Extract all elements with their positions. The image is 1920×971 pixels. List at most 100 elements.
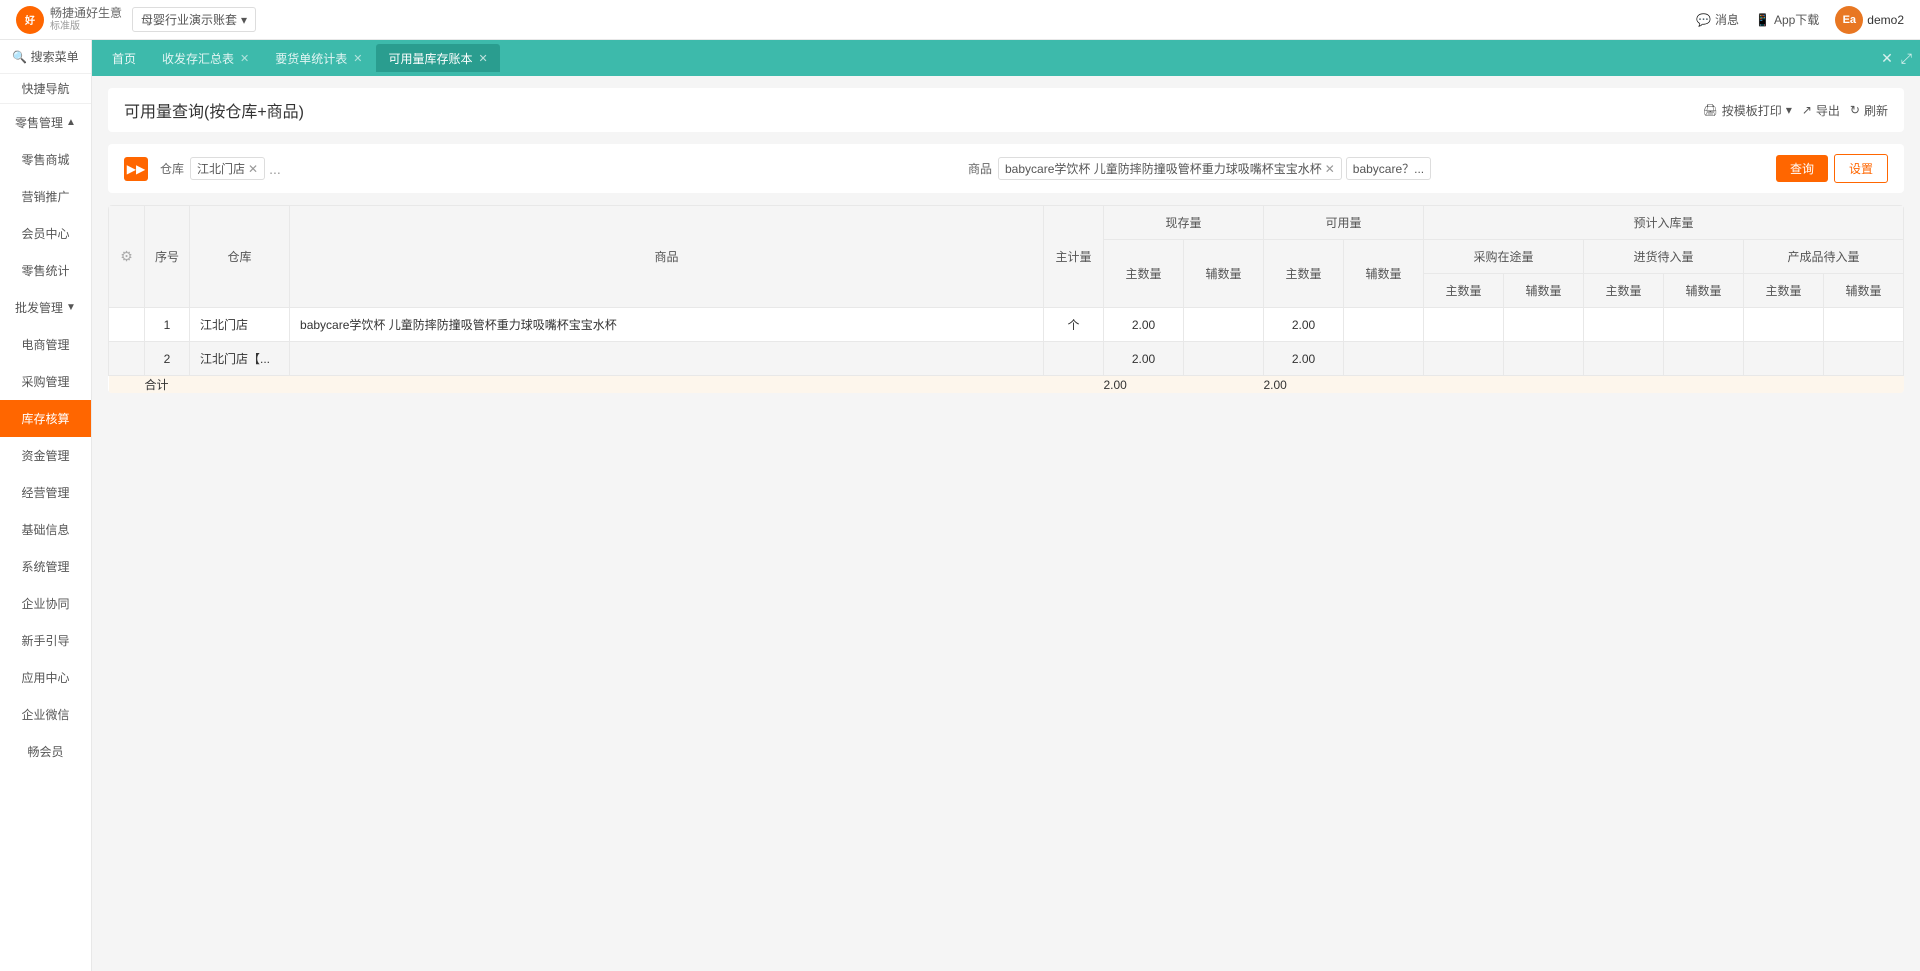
- warehouse-filter-more[interactable]: ...: [269, 161, 281, 177]
- sidebar-item-finance[interactable]: 资金管理: [0, 437, 91, 474]
- table-header-row: ⚙ 序号 仓库 商品 主计量 现存量 可用量 预计入库量: [109, 206, 1904, 240]
- col-pt-main-header: 主数量: [1424, 274, 1504, 308]
- tab-demand-stats[interactable]: 要货单统计表 ✕: [263, 44, 374, 72]
- sidebar-item-app-center[interactable]: 应用中心: [0, 659, 91, 696]
- chevron-down-icon: ▾: [241, 13, 247, 27]
- page-title: 可用量查询(按仓库+商品): [124, 98, 304, 122]
- user-area[interactable]: Ea demo2: [1835, 6, 1904, 34]
- export-btn[interactable]: ↗ 导出: [1802, 102, 1840, 119]
- table-row: 2 江北门店【... 2.00 2.00: [109, 342, 1904, 376]
- sidebar-item-new-guide[interactable]: 新手引导: [0, 622, 91, 659]
- tab-home[interactable]: 首页: [100, 44, 148, 72]
- col-incoming-header: 预计入库量: [1424, 206, 1904, 240]
- product-tag-1[interactable]: babycare学饮杯 儿童防摔防撞吸管杯重力球吸嘴杯宝宝水杯 ✕: [998, 157, 1342, 180]
- footer-stock-aux: [1184, 376, 1264, 394]
- print-btn[interactable]: 🖨 按模板打印 ▾: [1703, 102, 1792, 119]
- col-settings-header: ⚙: [109, 206, 145, 308]
- page-content: 可用量查询(按仓库+商品) 🖨 按模板打印 ▾ ↗ 导出 ↻ 刷新: [92, 76, 1920, 971]
- main-layout: 🔍 搜索菜单 快捷导航 零售管理 ▲ 零售商城 营销推广 会员中心 零售统计 批…: [0, 40, 1920, 971]
- warehouse-filter-group: 仓库 江北门店 ✕ ...: [160, 157, 956, 180]
- gear-icon[interactable]: ⚙: [120, 248, 133, 264]
- cell-no-2: 2: [145, 342, 190, 376]
- cell-avail-aux-2: [1344, 342, 1424, 376]
- col-fp-main-header: 主数量: [1744, 274, 1824, 308]
- sidebar-item-retail-mgmt[interactable]: 零售管理 ▲: [0, 104, 91, 141]
- col-pt-aux-header: 辅数量: [1504, 274, 1584, 308]
- sidebar-item-marketing[interactable]: 营销推广: [0, 178, 91, 215]
- search-icon: 🔍: [12, 50, 27, 64]
- warehouse-tag-remove[interactable]: ✕: [248, 162, 258, 176]
- chevron-icon2: ▼: [66, 302, 76, 313]
- footer-fp-aux: [1824, 376, 1904, 394]
- app-download-btn[interactable]: 📱 App下载: [1755, 11, 1819, 28]
- cell-product-1: babycare学饮杯 儿童防摔防撞吸管杯重力球吸嘴杯宝宝水杯: [290, 308, 1044, 342]
- footer-fp-main: [1744, 376, 1824, 394]
- col-incoming-pending-header: 进货待入量: [1584, 240, 1744, 274]
- cell-pt-aux-1: [1504, 308, 1584, 342]
- tab-bar: 首页 收发存汇总表 ✕ 要货单统计表 ✕ 可用量库存账本 ✕ ✕ ⤢: [92, 40, 1920, 76]
- top-bar-left: 好 畅捷通好生意 标准版 母婴行业演示账套 ▾: [16, 6, 256, 34]
- sidebar-search[interactable]: 🔍 搜索菜单: [0, 40, 91, 74]
- product-tag-2[interactable]: babycare？...: [1346, 157, 1431, 180]
- refresh-btn[interactable]: ↻ 刷新: [1850, 102, 1888, 119]
- logo-icon: 好: [16, 6, 44, 34]
- account-selector[interactable]: 母婴行业演示账套 ▾: [132, 7, 256, 32]
- cell-fp-aux-1: [1824, 308, 1904, 342]
- sidebar-item-enterprise-wechat[interactable]: 企业微信: [0, 696, 91, 733]
- product-filter-label: 商品: [968, 160, 992, 177]
- logo-text: 畅捷通好生意 标准版: [50, 6, 122, 32]
- print-arrow-icon: ▾: [1786, 103, 1792, 117]
- tab-receipt-summary[interactable]: 收发存汇总表 ✕: [150, 44, 261, 72]
- sidebar-item-purchase[interactable]: 采购管理: [0, 363, 91, 400]
- cell-warehouse-1: 江北门店: [190, 308, 290, 342]
- tab-bar-actions: ✕ ⤢: [1881, 50, 1912, 67]
- settings-button[interactable]: 设置: [1834, 154, 1888, 183]
- tab-close-available[interactable]: ✕: [479, 52, 488, 65]
- sidebar-item-member[interactable]: 畅会员: [0, 733, 91, 770]
- cell-avail-main-2: 2.00: [1264, 342, 1344, 376]
- cell-stock-aux-2: [1184, 342, 1264, 376]
- refresh-icon: ↻: [1850, 103, 1860, 117]
- cell-stock-main-1: 2.00: [1104, 308, 1184, 342]
- filter-actions: 查询 设置: [1776, 154, 1888, 183]
- logo-area: 好 畅捷通好生意 标准版: [16, 6, 122, 34]
- expand-icon[interactable]: ⤢: [1901, 50, 1912, 67]
- product-tag1-remove[interactable]: ✕: [1325, 162, 1335, 176]
- sidebar-quick-nav[interactable]: 快捷导航: [0, 74, 91, 104]
- top-bar: 好 畅捷通好生意 标准版 母婴行业演示账套 ▾ 💬 消息 📱 App下载 Ea …: [0, 0, 1920, 40]
- col-warehouse-header: 仓库: [190, 206, 290, 308]
- sidebar-item-enterprise-collab[interactable]: 企业协同: [0, 585, 91, 622]
- cell-unit-2: [1044, 342, 1104, 376]
- col-avail-aux-header: 辅数量: [1344, 240, 1424, 308]
- warehouse-tag[interactable]: 江北门店 ✕: [190, 157, 265, 180]
- cell-stock-aux-1: [1184, 308, 1264, 342]
- cell-settings: [109, 308, 145, 342]
- page-header: 可用量查询(按仓库+商品) 🖨 按模板打印 ▾ ↗ 导出 ↻ 刷新: [108, 88, 1904, 132]
- close-all-tabs-icon[interactable]: ✕: [1881, 50, 1893, 67]
- table-row: 1 江北门店 babycare学饮杯 儿童防摔防撞吸管杯重力球吸嘴杯宝宝水杯 个…: [109, 308, 1904, 342]
- sidebar-item-basic-info[interactable]: 基础信息: [0, 511, 91, 548]
- query-button[interactable]: 查询: [1776, 155, 1828, 182]
- tab-available-inventory[interactable]: 可用量库存账本 ✕: [376, 44, 499, 72]
- col-unit-header: 主计量: [1044, 206, 1104, 308]
- footer-settings: [109, 376, 145, 394]
- cell-fp-main-2: [1744, 342, 1824, 376]
- sidebar-item-wholesale-mgmt[interactable]: 批发管理 ▼: [0, 289, 91, 326]
- message-btn[interactable]: 💬 消息: [1696, 11, 1739, 28]
- col-purchase-transit-header: 采购在途量: [1424, 240, 1584, 274]
- filter-expand-btn[interactable]: ▶▶: [124, 157, 148, 181]
- sidebar-item-inventory-check[interactable]: 库存核算: [0, 400, 91, 437]
- tab-close-receipt[interactable]: ✕: [240, 52, 249, 65]
- cell-ip-main-1: [1584, 308, 1664, 342]
- sidebar-item-system[interactable]: 系统管理: [0, 548, 91, 585]
- col-stock-main-header: 主数量: [1104, 240, 1184, 308]
- cell-ip-main-2: [1584, 342, 1664, 376]
- tab-close-demand[interactable]: ✕: [353, 52, 362, 65]
- sidebar-item-retail-shop[interactable]: 零售商城: [0, 141, 91, 178]
- sidebar-item-retail-stats[interactable]: 零售统计: [0, 252, 91, 289]
- sidebar-item-ops[interactable]: 经营管理: [0, 474, 91, 511]
- sidebar-item-member-center[interactable]: 会员中心: [0, 215, 91, 252]
- warehouse-filter-label: 仓库: [160, 160, 184, 177]
- sidebar-item-ecommerce[interactable]: 电商管理: [0, 326, 91, 363]
- col-fp-aux-header: 辅数量: [1824, 274, 1904, 308]
